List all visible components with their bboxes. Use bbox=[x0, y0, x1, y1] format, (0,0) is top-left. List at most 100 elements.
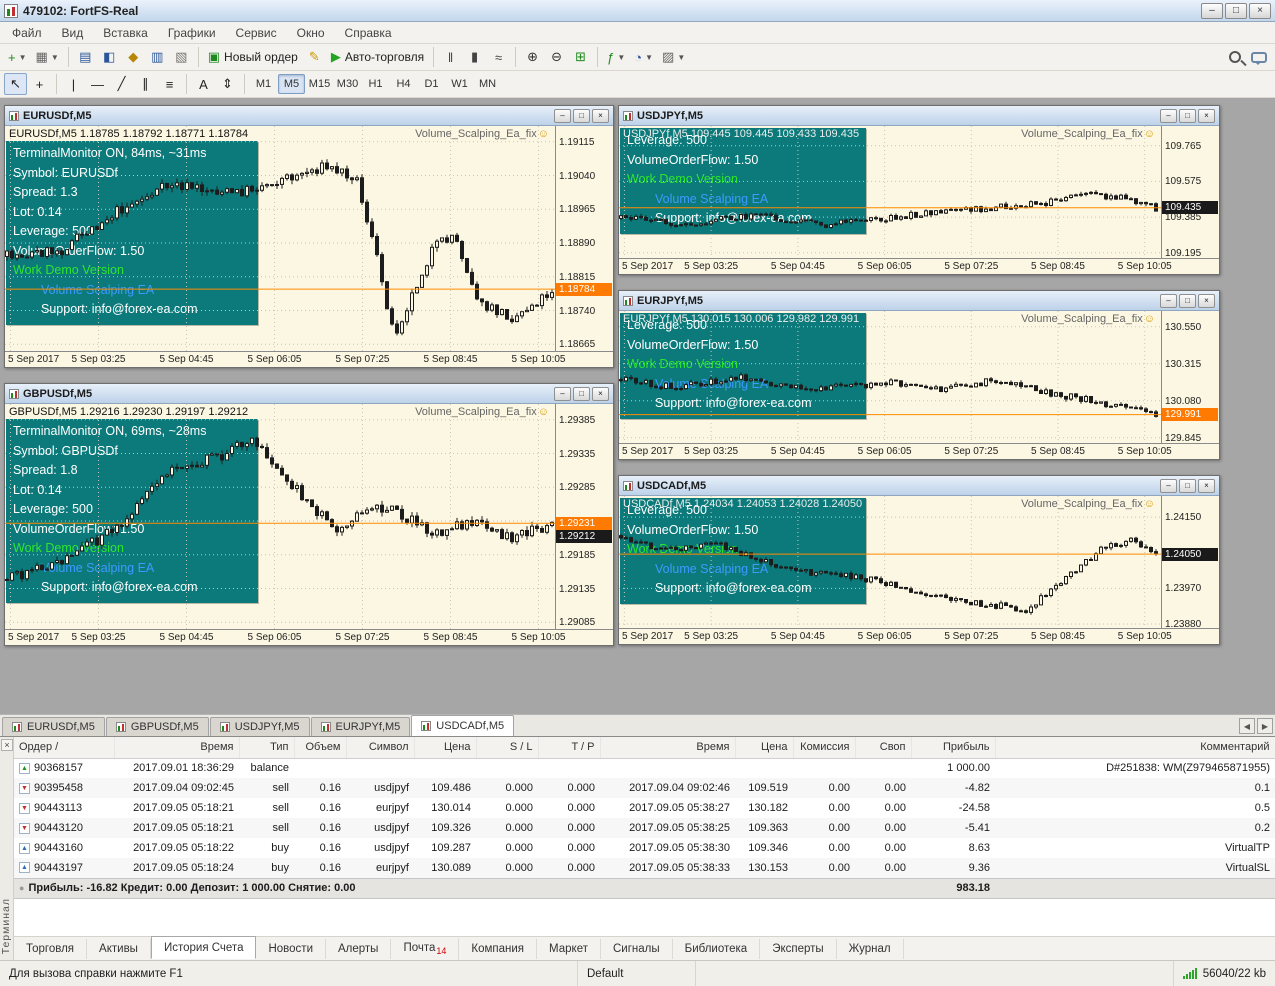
restore-button[interactable]: □ bbox=[1179, 478, 1196, 493]
history-row[interactable]: ▲ 90443160 2017.09.05 05:18:22 buy 0.16 usdjp… bbox=[14, 838, 1275, 858]
tile-windows-button[interactable]: ⊞ bbox=[569, 46, 592, 68]
close-button[interactable]: × bbox=[1198, 293, 1215, 308]
minimize-button[interactable]: – bbox=[1160, 293, 1177, 308]
indicators-button[interactable]: ƒ ▼ bbox=[603, 46, 629, 68]
column-header[interactable]: Комментарий bbox=[995, 737, 1275, 759]
price-scale[interactable]: 109.765 109.575 109.385 109.195 109.435 bbox=[1161, 126, 1219, 259]
terminal-tab-0[interactable]: Торговля bbox=[14, 938, 88, 959]
chart-tab-gbpusdf[interactable]: GBPUSDf,M5 bbox=[105, 717, 209, 736]
vertical-line-tool-button[interactable]: | bbox=[62, 73, 85, 95]
timeframe-w1-button[interactable]: W1 bbox=[446, 74, 473, 94]
chart-tab-usdjpyf[interactable]: USDJPYf,M5 bbox=[209, 717, 310, 736]
time-scale[interactable]: 5 Sep 2017 5 Sep 03:25 5 Sep 04:45 5 Sep 06… bbox=[5, 629, 613, 645]
column-header[interactable]: Цена bbox=[735, 737, 794, 759]
cursor-tool-button[interactable]: ↖ bbox=[4, 73, 27, 95]
auto-trading-button[interactable]: ▶ Авто-торговля bbox=[327, 46, 428, 68]
column-header[interactable]: Время bbox=[600, 737, 736, 759]
restore-button[interactable]: □ bbox=[573, 386, 590, 401]
fibonacci-tool-button[interactable]: ≡ bbox=[158, 73, 181, 95]
time-scale[interactable]: 5 Sep 2017 5 Sep 03:25 5 Sep 04:45 5 Sep 06… bbox=[619, 443, 1219, 459]
price-scale[interactable]: 1.24150 1.23970 1.23880 1.24050 bbox=[1161, 496, 1219, 630]
chart-window-usdjpyf[interactable]: USDJPYf,M5 – □ × Leverage: 500 VolumeOrderFlo… bbox=[618, 105, 1220, 275]
timeframe-mn-button[interactable]: MN bbox=[474, 74, 501, 94]
terminal-tab-1[interactable]: Активы bbox=[87, 938, 151, 959]
search-icon[interactable] bbox=[1229, 51, 1241, 63]
chart-tab-eurusdf[interactable]: EURUSDf,M5 bbox=[2, 717, 105, 736]
chart-window-titlebar[interactable]: EURJPYf,M5 – □ × bbox=[619, 291, 1219, 311]
data-window-button[interactable]: ◧ bbox=[98, 46, 121, 68]
terminal-tab-6[interactable]: Компания bbox=[459, 938, 538, 959]
restore-button[interactable]: □ bbox=[1179, 108, 1196, 123]
terminal-tab-8[interactable]: Сигналы bbox=[601, 938, 673, 959]
column-header[interactable]: Своп bbox=[855, 737, 912, 759]
scroll-left-icon[interactable]: ◀ bbox=[1239, 718, 1255, 734]
periods-button[interactable]: ◔ ▼ bbox=[630, 46, 657, 68]
maximize-button[interactable]: □ bbox=[1225, 2, 1247, 19]
history-row[interactable]: ▲ 90368157 2017.09.01 18:36:29 balance 1 000… bbox=[14, 758, 1275, 778]
chart-body[interactable]: Leverage: 500 VolumeOrderFlow: 1.50 Work D… bbox=[619, 311, 1219, 459]
chart-window-gbpusdf[interactable]: GBPUSDf,M5 – □ × TerminalMonitor ON, 69ms, ~… bbox=[4, 383, 614, 646]
terminal-tab-3[interactable]: Новости bbox=[256, 938, 326, 959]
close-button[interactable]: × bbox=[592, 386, 609, 401]
strategy-tester-button[interactable]: ▧ bbox=[170, 46, 193, 68]
timeframe-m15-button[interactable]: M15 bbox=[306, 74, 333, 94]
new-order-button[interactable]: ▣ Новый ордер bbox=[204, 46, 302, 68]
column-header[interactable]: Комиссия bbox=[793, 737, 856, 759]
chart-window-eurjpyf[interactable]: EURJPYf,M5 – □ × Leverage: 500 VolumeOrderFlo… bbox=[618, 290, 1220, 460]
time-scale[interactable]: 5 Sep 2017 5 Sep 03:25 5 Sep 04:45 5 Sep 06… bbox=[619, 628, 1219, 644]
chart-window-titlebar[interactable]: USDJPYf,M5 – □ × bbox=[619, 106, 1219, 126]
menu-item-3[interactable]: Графики bbox=[158, 23, 226, 43]
history-row[interactable]: ▲ 90443197 2017.09.05 05:18:24 buy 0.16 eurjp… bbox=[14, 858, 1275, 878]
arrows-tool-button[interactable]: ⇕ bbox=[216, 73, 239, 95]
zoom-out-button[interactable]: ⊖ bbox=[545, 46, 568, 68]
column-header[interactable]: Цена bbox=[414, 737, 477, 759]
menu-item-2[interactable]: Вставка bbox=[93, 23, 158, 43]
terminal-tab-5[interactable]: Почта 14 bbox=[391, 937, 460, 960]
templates-button[interactable]: ▨ ▼ bbox=[658, 46, 689, 68]
horizontal-line-tool-button[interactable]: — bbox=[86, 73, 109, 95]
chart-line-button[interactable]: ≈ bbox=[487, 46, 510, 68]
column-header[interactable]: Символ bbox=[346, 737, 415, 759]
timeframe-h4-button[interactable]: H4 bbox=[390, 74, 417, 94]
chart-window-usdcadf[interactable]: USDCADf,M5 – □ × Leverage: 500 VolumeOrderFlo… bbox=[618, 475, 1220, 645]
chart-window-titlebar[interactable]: GBPUSDf,M5 – □ × bbox=[5, 384, 613, 404]
menu-item-4[interactable]: Сервис bbox=[226, 23, 287, 43]
minimize-button[interactable]: – bbox=[554, 108, 571, 123]
navigator-button[interactable]: ◆ bbox=[122, 46, 145, 68]
chart-tab-eurjpyf[interactable]: EURJPYf,M5 bbox=[310, 717, 411, 736]
close-button[interactable]: × bbox=[1198, 108, 1215, 123]
text-tool-button[interactable]: A bbox=[192, 73, 215, 95]
menu-item-5[interactable]: Окно bbox=[287, 23, 335, 43]
timeframe-m1-button[interactable]: M1 bbox=[250, 74, 277, 94]
time-scale[interactable]: 5 Sep 2017 5 Sep 03:25 5 Sep 04:45 5 Sep 06… bbox=[619, 258, 1219, 274]
minimize-button[interactable]: – bbox=[1160, 478, 1177, 493]
channel-tool-button[interactable]: ∥ bbox=[134, 73, 157, 95]
terminal-tab-7[interactable]: Маркет bbox=[537, 938, 601, 959]
price-scale[interactable]: 1.19115 1.19040 1.18965 1.18890 1.18815 1.187… bbox=[555, 126, 613, 351]
menu-item-1[interactable]: Вид bbox=[52, 23, 94, 43]
close-button[interactable]: × bbox=[592, 108, 609, 123]
timeframe-m30-button[interactable]: M30 bbox=[334, 74, 361, 94]
new-chart-button[interactable]: + ▼ bbox=[4, 46, 31, 68]
status-profile[interactable]: Default bbox=[578, 961, 696, 986]
zoom-in-button[interactable]: ⊕ bbox=[521, 46, 544, 68]
chart-bars-button[interactable]: ‖ bbox=[439, 46, 462, 68]
chart-body[interactable]: Leverage: 500 VolumeOrderFlow: 1.50 Work D… bbox=[619, 126, 1219, 274]
column-header[interactable]: Время bbox=[114, 737, 240, 759]
column-header[interactable]: Ордер / bbox=[14, 737, 115, 759]
timeframe-m5-button[interactable]: M5 bbox=[278, 74, 305, 94]
trendline-tool-button[interactable]: ╱ bbox=[110, 73, 133, 95]
minimize-button[interactable]: – bbox=[1160, 108, 1177, 123]
price-scale[interactable]: 130.550 130.315 130.080 129.845 129.991 bbox=[1161, 311, 1219, 444]
metaeditor-button[interactable]: ✎ bbox=[303, 46, 326, 68]
history-row[interactable]: ▼ 90443120 2017.09.05 05:18:21 sell 0.16 usdj… bbox=[14, 818, 1275, 838]
market-watch-button[interactable]: ▤ bbox=[74, 46, 97, 68]
restore-button[interactable]: □ bbox=[1179, 293, 1196, 308]
chat-icon[interactable] bbox=[1251, 51, 1267, 65]
timeframe-h1-button[interactable]: H1 bbox=[362, 74, 389, 94]
history-row[interactable]: ▼ 90443113 2017.09.05 05:18:21 sell 0.16 eurj… bbox=[14, 798, 1275, 818]
column-header[interactable]: S / L bbox=[476, 737, 539, 759]
menu-item-6[interactable]: Справка bbox=[335, 23, 402, 43]
close-button[interactable]: × bbox=[1198, 478, 1215, 493]
chart-candles-button[interactable]: ▮ bbox=[463, 46, 486, 68]
